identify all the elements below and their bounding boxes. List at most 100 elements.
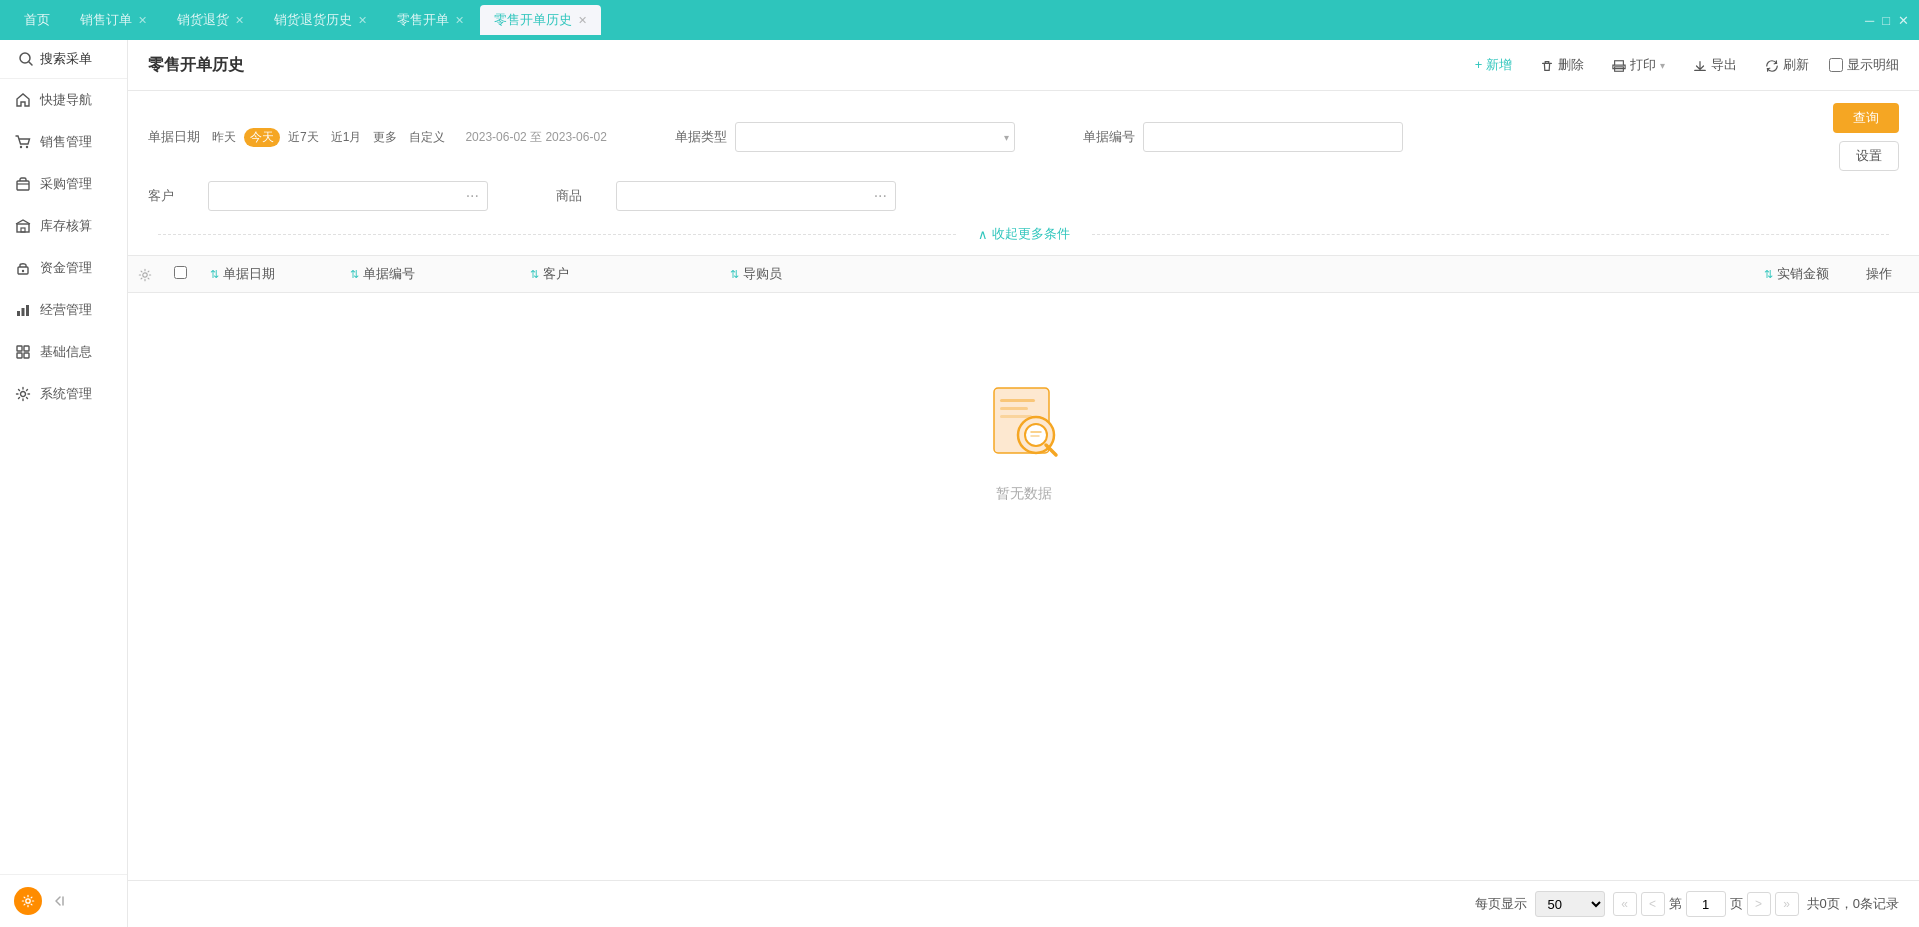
sidebar-item-sales-mgmt[interactable]: 销售管理 <box>0 121 127 163</box>
sidebar-item-operations[interactable]: 经营管理 <box>0 289 127 331</box>
table-col-amount-label: 实销金额 <box>1777 266 1829 281</box>
table-col-amount[interactable]: ⇅ 实销金额 <box>1689 256 1839 293</box>
tab-retail-open-close[interactable]: ✕ <box>455 14 464 27</box>
svg-point-22 <box>143 273 147 277</box>
sidebar-item-sales-mgmt-label: 销售管理 <box>40 133 92 151</box>
first-page-icon: « <box>1621 897 1628 911</box>
table-check-col[interactable] <box>164 256 200 293</box>
chevron-up-icon: ∧ <box>978 227 988 242</box>
svg-rect-16 <box>24 353 29 358</box>
tab-sales-return-close[interactable]: ✕ <box>235 14 244 27</box>
sidebar-search[interactable]: 搜索采单 <box>0 40 127 79</box>
empty-icon <box>974 373 1074 473</box>
sidebar-item-quick-nav[interactable]: 快捷导航 <box>0 79 127 121</box>
filter-goods-label: 商品 <box>556 187 608 205</box>
sort-salesperson-icon: ⇅ <box>730 268 739 280</box>
chart-icon <box>14 301 32 319</box>
filter-type-select[interactable] <box>735 122 1015 152</box>
lock-icon <box>14 259 32 277</box>
filter-date: 单据日期 昨天 今天 近7天 近1月 更多 自定义 2023-06-02 至 2… <box>148 128 607 147</box>
table-header-row: ⇅ 单据日期 ⇅ 单据编号 ⇅ 客户 ⇅ 导购员 <box>128 256 1919 293</box>
table-col-date[interactable]: ⇅ 单据日期 <box>200 256 340 293</box>
delete-icon <box>1540 57 1554 73</box>
filter-goods: 商品 ··· <box>556 181 896 211</box>
date-today-btn[interactable]: 今天 <box>244 128 280 147</box>
tab-retail-open[interactable]: 零售开单 ✕ <box>383 5 478 35</box>
print-button[interactable]: 打印 ▾ <box>1604 52 1673 78</box>
show-detail-checkbox[interactable] <box>1829 58 1843 72</box>
next-page-icon: > <box>1755 897 1762 911</box>
content-area: 零售开单历史 + 新增 删除 <box>128 40 1919 927</box>
filter-customer: 客户 ··· <box>148 181 488 211</box>
add-button[interactable]: + 新增 <box>1467 52 1520 78</box>
filter-number-input[interactable] <box>1143 122 1403 152</box>
collapse-row: ∧ 收起更多条件 <box>148 221 1899 247</box>
table-col-salesperson[interactable]: ⇅ 导购员 <box>720 256 870 293</box>
date-1month-btn[interactable]: 近1月 <box>327 128 366 147</box>
date-shortcuts: 昨天 今天 近7天 近1月 更多 自定义 <box>208 128 449 147</box>
tab-sales-return-history-close[interactable]: ✕ <box>358 14 367 27</box>
tab-retail-open-history-close[interactable]: ✕ <box>578 14 587 27</box>
table-col-actions-label: 操作 <box>1866 266 1892 281</box>
svg-point-9 <box>22 270 24 272</box>
refresh-button[interactable]: 刷新 <box>1757 52 1817 78</box>
date-range-display: 2023-06-02 至 2023-06-02 <box>465 129 606 146</box>
sidebar-item-basic-info[interactable]: 基础信息 <box>0 331 127 373</box>
tab-retail-open-label: 零售开单 <box>397 11 449 29</box>
filter-area: 单据日期 昨天 今天 近7天 近1月 更多 自定义 2023-06-02 至 2… <box>128 91 1919 256</box>
query-button[interactable]: 查询 <box>1833 103 1899 133</box>
tab-sales-return[interactable]: 销货退货 ✕ <box>163 5 258 35</box>
tab-home[interactable]: 首页 <box>10 5 64 35</box>
filter-goods-input[interactable]: ··· <box>616 181 896 211</box>
collapse-filter-btn[interactable]: ∧ 收起更多条件 <box>966 221 1082 247</box>
settings-button[interactable]: 设置 <box>1839 141 1899 171</box>
table-col-customer[interactable]: ⇅ 客户 <box>520 256 720 293</box>
sidebar-search-label: 搜索采单 <box>40 50 92 68</box>
goods-dots: ··· <box>874 187 887 205</box>
tab-retail-open-history[interactable]: 零售开单历史 ✕ <box>480 5 601 35</box>
sidebar-item-finance[interactable]: 资金管理 <box>0 247 127 289</box>
svg-rect-25 <box>1000 407 1028 410</box>
sidebar-item-system[interactable]: 系统管理 <box>0 373 127 415</box>
close-btn[interactable]: ✕ <box>1898 13 1909 28</box>
svg-rect-10 <box>17 311 20 316</box>
tab-sales-order[interactable]: 销售订单 ✕ <box>66 5 161 35</box>
settings-gear-button[interactable] <box>14 887 42 915</box>
last-page-btn[interactable]: » <box>1775 892 1799 916</box>
svg-rect-24 <box>1000 399 1035 402</box>
table-col-number[interactable]: ⇅ 单据编号 <box>340 256 520 293</box>
export-button[interactable]: 导出 <box>1685 52 1745 78</box>
filter-number: 单据编号 <box>1083 122 1403 152</box>
tab-sales-order-close[interactable]: ✕ <box>138 14 147 27</box>
sidebar-item-inventory[interactable]: 库存核算 <box>0 205 127 247</box>
show-detail-label-text: 显示明细 <box>1847 56 1899 74</box>
print-button-label: 打印 <box>1630 56 1656 74</box>
add-button-label: + 新增 <box>1475 56 1512 74</box>
select-all-checkbox[interactable] <box>174 266 187 279</box>
sidebar-item-purchase-mgmt[interactable]: 采购管理 <box>0 163 127 205</box>
filter-divider <box>158 234 956 235</box>
tab-retail-open-history-label: 零售开单历史 <box>494 11 572 29</box>
page-number-input[interactable] <box>1686 891 1726 917</box>
box-icon <box>14 175 32 193</box>
date-7days-btn[interactable]: 近7天 <box>284 128 323 147</box>
query-settings-buttons: 查询 设置 <box>1833 103 1899 171</box>
date-yesterday-btn[interactable]: 昨天 <box>208 128 240 147</box>
minimize-btn[interactable]: ─ <box>1865 13 1874 28</box>
tab-sales-return-history[interactable]: 销货退货历史 ✕ <box>260 5 381 35</box>
prev-page-btn[interactable]: < <box>1641 892 1665 916</box>
sidebar-collapse-button[interactable] <box>50 893 66 910</box>
per-page-select[interactable]: 50 10 20 100 <box>1535 891 1605 917</box>
filter-date-label: 单据日期 <box>148 128 200 146</box>
first-page-btn[interactable]: « <box>1613 892 1637 916</box>
tab-sales-return-label: 销货退货 <box>177 11 229 29</box>
tab-sales-order-label: 销售订单 <box>80 11 132 29</box>
next-page-btn[interactable]: > <box>1747 892 1771 916</box>
filter-divider-2 <box>1092 234 1890 235</box>
maximize-btn[interactable]: □ <box>1882 13 1890 28</box>
table-col-spacer <box>870 256 1689 293</box>
delete-button[interactable]: 删除 <box>1532 52 1592 78</box>
filter-customer-input[interactable]: ··· <box>208 181 488 211</box>
date-more-btn[interactable]: 更多 <box>369 128 401 147</box>
date-custom-btn[interactable]: 自定义 <box>405 128 449 147</box>
